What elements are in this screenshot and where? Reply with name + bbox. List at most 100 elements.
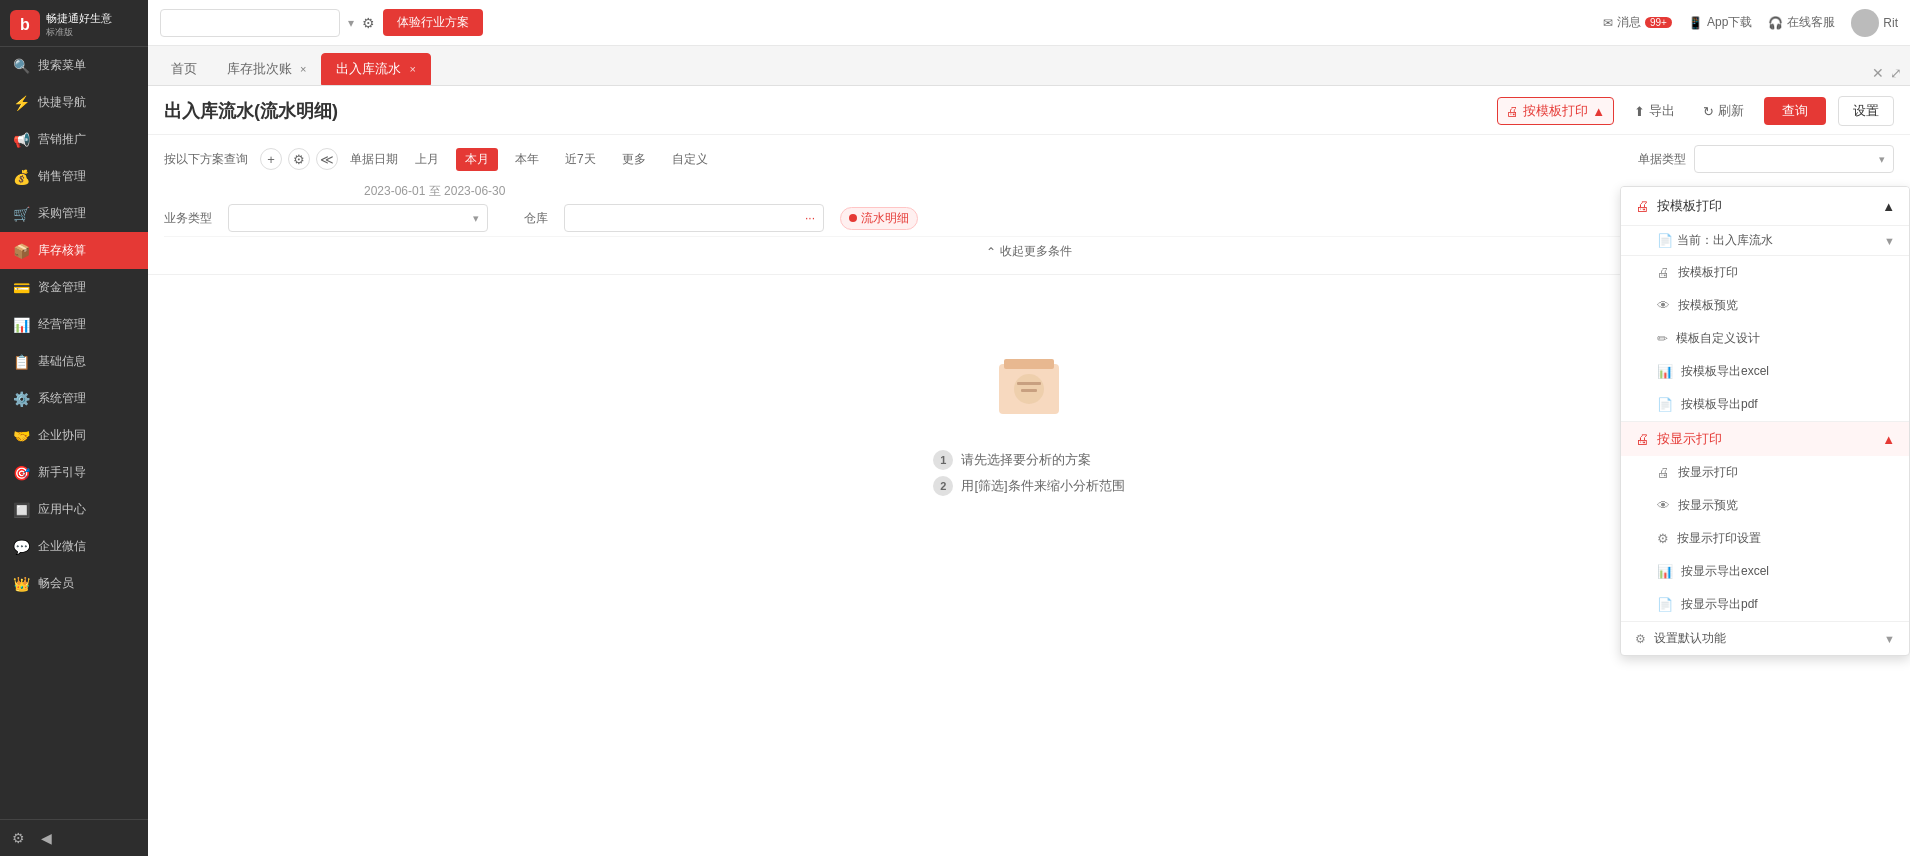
collapse-sidebar-icon[interactable]: ◀	[41, 830, 52, 846]
date-btn-more[interactable]: 更多	[613, 148, 655, 171]
topbar-search-input[interactable]	[160, 9, 340, 37]
tab-flow[interactable]: 出入库流水 ×	[321, 53, 430, 85]
filter-settings-icon[interactable]: ⚙	[288, 148, 310, 170]
finance-icon: 💳	[12, 280, 30, 296]
date-btn-custom[interactable]: 自定义	[663, 148, 717, 171]
svg-rect-1	[1004, 359, 1054, 369]
display-pdf-icon: 📄	[1657, 597, 1673, 612]
sidebar-item-marketing[interactable]: 📢 营销推广	[0, 121, 148, 158]
topbar-gear-icon[interactable]: ⚙	[362, 15, 375, 31]
export-icon: ⬆	[1634, 104, 1645, 119]
tab-flow-close[interactable]: ×	[409, 63, 415, 75]
print-template-button[interactable]: 🖨 按模板打印 ▲	[1497, 97, 1614, 125]
date-btn-last-month[interactable]: 上月	[406, 148, 448, 171]
online-service-button[interactable]: 🎧 在线客服	[1768, 14, 1835, 31]
warehouse-more-icon[interactable]: ···	[805, 211, 815, 225]
close-tab-icon[interactable]: ✕	[1872, 65, 1884, 81]
empty-step-2: 2 用[筛选]条件来缩小分析范围	[933, 476, 1124, 496]
tag-dot-icon	[849, 214, 857, 222]
print-icon: 🖨	[1506, 104, 1519, 119]
current-template-label[interactable]: 📄 当前：出入库流水 ▼	[1621, 226, 1909, 255]
settings-bottom-icon[interactable]: ⚙	[12, 830, 25, 846]
avatar	[1851, 9, 1879, 37]
sidebar-item-sales[interactable]: 💰 销售管理	[0, 158, 148, 195]
template-custom-item[interactable]: ✏ 模板自定义设计	[1621, 322, 1909, 355]
business-type-select[interactable]: ▾	[228, 204, 488, 232]
svg-rect-3	[1017, 382, 1041, 385]
tab-batch-close[interactable]: ×	[300, 63, 306, 75]
app-download-icon: 📱	[1688, 16, 1703, 30]
system-icon: ⚙️	[12, 391, 30, 407]
topbar: ▾ ⚙ 体验行业方案 ✉ 消息 99+ 📱 App下载 🎧 在线客服 Rit	[148, 0, 1910, 46]
display-preview-item[interactable]: 👁 按显示预览	[1621, 489, 1909, 522]
template-export-excel-item[interactable]: 📊 按模板导出excel	[1621, 355, 1909, 388]
sidebar-item-appcenter[interactable]: 🔲 应用中心	[0, 491, 148, 528]
logo-text: 畅捷通好生意	[46, 11, 112, 25]
dropdown-collapse-icon[interactable]: ▲	[1882, 199, 1895, 214]
tab-batch[interactable]: 库存批次账 ×	[212, 53, 321, 85]
wechat-icon: 💬	[12, 539, 30, 555]
query-button[interactable]: 查询	[1764, 97, 1826, 125]
sidebar: b 畅捷通好生意 标准版 🔍 搜索菜单 ⚡ 快捷导航 📢 营销推广 💰 销售管理…	[0, 0, 148, 856]
pdf-icon: 📄	[1657, 397, 1673, 412]
date-btn-last7[interactable]: 近7天	[556, 148, 605, 171]
sidebar-item-shortcut[interactable]: ⚡ 快捷导航	[0, 84, 148, 121]
empty-step-1: 1 请先选择要分析的方案	[933, 450, 1124, 470]
sidebar-item-operation[interactable]: 📊 经营管理	[0, 306, 148, 343]
date-btn-this-month[interactable]: 本月	[456, 148, 498, 171]
print-dropdown-panel: 🖨 按模板打印 ▲ 📄 当前：出入库流水 ▼ 🖨 按模板打印	[1620, 186, 1910, 656]
template-print-item[interactable]: 🖨 按模板打印	[1621, 256, 1909, 289]
member-icon: 👑	[12, 576, 30, 592]
print-expand-icon: ▲	[1592, 104, 1605, 119]
sidebar-item-inventory[interactable]: 📦 库存核算	[0, 232, 148, 269]
display-export-excel-item[interactable]: 📊 按显示导出excel	[1621, 555, 1909, 588]
set-default-item[interactable]: ⚙ 设置默认功能 ▼	[1621, 622, 1909, 655]
sidebar-item-purchase[interactable]: 🛒 采购管理	[0, 195, 148, 232]
filter-collapse-icon[interactable]: ≪	[316, 148, 338, 170]
date-btn-this-year[interactable]: 本年	[506, 148, 548, 171]
display-export-pdf-item[interactable]: 📄 按显示导出pdf	[1621, 588, 1909, 621]
app-download-button[interactable]: 📱 App下载	[1688, 14, 1752, 31]
trial-button[interactable]: 体验行业方案	[383, 9, 483, 36]
flow-detail-tag[interactable]: 流水明细	[840, 207, 918, 230]
tab-home[interactable]: 首页	[156, 53, 212, 85]
topbar-right: ✉ 消息 99+ 📱 App下载 🎧 在线客服 Rit	[1603, 9, 1898, 37]
sidebar-item-basic[interactable]: 📋 基础信息	[0, 343, 148, 380]
display-print-header[interactable]: 🖨 按显示打印 ▲	[1621, 422, 1909, 456]
display-print-item[interactable]: 🖨 按显示打印	[1621, 456, 1909, 489]
set-default-icon: ⚙	[1635, 632, 1646, 646]
export-button[interactable]: ⬆ 导出	[1626, 98, 1683, 124]
bill-type-select[interactable]: ▾	[1694, 145, 1894, 173]
sidebar-item-wechat[interactable]: 💬 企业微信	[0, 528, 148, 565]
warehouse-select[interactable]: ···	[564, 204, 824, 232]
page-actions: 🖨 按模板打印 ▲ ⬆ 导出 ↻ 刷新 查询 设置	[1497, 96, 1894, 126]
current-arrow-icon: ▼	[1884, 235, 1895, 247]
sidebar-item-member[interactable]: 👑 畅会员	[0, 565, 148, 602]
user-avatar-area[interactable]: Rit	[1851, 9, 1898, 37]
message-button[interactable]: ✉ 消息 99+	[1603, 14, 1672, 31]
display-print-settings-item[interactable]: ⚙ 按显示打印设置	[1621, 522, 1909, 555]
sidebar-item-cooperation[interactable]: 🤝 企业协同	[0, 417, 148, 454]
excel-icon: 📊	[1657, 364, 1673, 379]
sidebar-item-system[interactable]: ⚙️ 系统管理	[0, 380, 148, 417]
appcenter-icon: 🔲	[12, 502, 30, 518]
sidebar-item-guide[interactable]: 🎯 新手引导	[0, 454, 148, 491]
display-excel-icon: 📊	[1657, 564, 1673, 579]
display-print-collapse-icon[interactable]: ▲	[1882, 432, 1895, 447]
display-preview-icon: 👁	[1657, 498, 1670, 513]
template-export-pdf-item[interactable]: 📄 按模板导出pdf	[1621, 388, 1909, 421]
refresh-button[interactable]: ↻ 刷新	[1695, 98, 1752, 124]
dropdown-print-icon: 🖨	[1635, 198, 1649, 214]
template-preview-item[interactable]: 👁 按模板预览	[1621, 289, 1909, 322]
dropdown-header[interactable]: 🖨 按模板打印 ▲	[1621, 187, 1909, 225]
settings-button[interactable]: 设置	[1838, 96, 1894, 126]
cooperation-icon: 🤝	[12, 428, 30, 444]
maximize-tab-icon[interactable]: ⤢	[1890, 65, 1902, 81]
sidebar-item-search[interactable]: 🔍 搜索菜单	[0, 47, 148, 84]
topbar-search-dropdown-icon[interactable]: ▾	[348, 16, 354, 30]
basic-icon: 📋	[12, 354, 30, 370]
shortcut-icon: ⚡	[12, 95, 30, 111]
collapse-arrow-icon: ⌃	[986, 245, 996, 259]
filter-add-icon[interactable]: +	[260, 148, 282, 170]
sidebar-item-finance[interactable]: 💳 资金管理	[0, 269, 148, 306]
